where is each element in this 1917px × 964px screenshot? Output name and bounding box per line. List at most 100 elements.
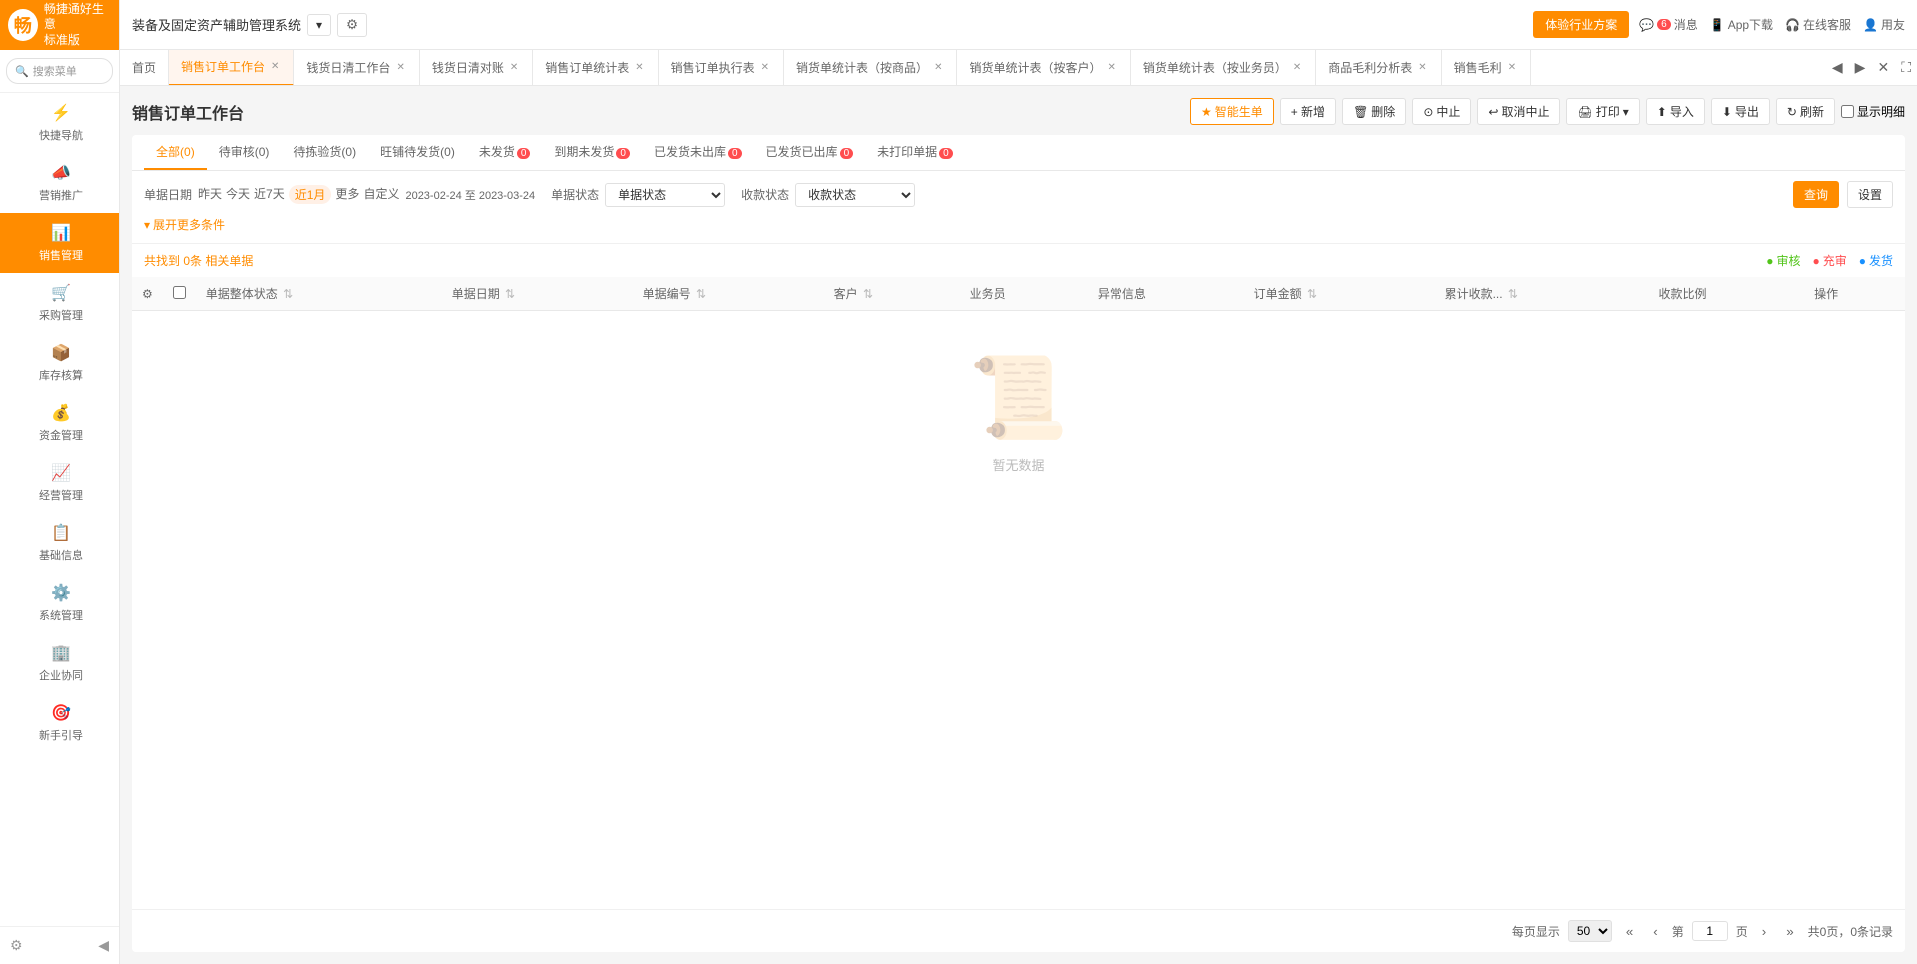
sidebar-item-inventory[interactable]: 📦 库存核算 xyxy=(0,333,119,393)
stop-button[interactable]: ⊙ 中止 xyxy=(1412,98,1471,125)
tab-sales-exec[interactable]: 销售订单执行表 ✕ xyxy=(659,50,784,86)
tab-sales-stats[interactable]: 销售订单统计表 ✕ xyxy=(533,50,658,86)
review-action[interactable]: ● 审核 xyxy=(1766,252,1800,269)
sidebar-item-enterprise[interactable]: 🏢 企业协同 xyxy=(0,633,119,693)
inventory-icon: 📦 xyxy=(51,343,71,363)
quick-nav-icon: ⚡ xyxy=(51,103,71,123)
tab-home[interactable]: 首页 xyxy=(120,50,169,86)
tab-close-cash-daily[interactable]: ✕ xyxy=(394,62,406,73)
last-page-button[interactable]: » xyxy=(1780,922,1799,941)
tab-close-sales-workbench[interactable]: ✕ xyxy=(269,61,281,72)
star-icon: ★ xyxy=(1201,105,1212,119)
tab-sales-workbench[interactable]: 销售订单工作台 ✕ xyxy=(169,50,294,86)
tab-cash-ledger[interactable]: 钱货日清对账 ✕ xyxy=(420,50,533,86)
tab-sales-by-customer[interactable]: 销货单统计表（按客户） ✕ xyxy=(957,50,1130,86)
app-download-area[interactable]: 📱 App下载 xyxy=(1710,16,1773,33)
tab-close-cash-ledger[interactable]: ✕ xyxy=(508,62,520,73)
cancel-stop-button[interactable]: ↩ 取消中止 xyxy=(1477,98,1560,125)
tab-close-sales-by-customer[interactable]: ✕ xyxy=(1105,62,1117,73)
experience-button[interactable]: 体验行业方案 xyxy=(1533,11,1629,38)
first-page-button[interactable]: « xyxy=(1620,922,1639,941)
sidebar-item-quick-nav[interactable]: ⚡ 快捷导航 xyxy=(0,93,119,153)
sub-tab-shipped-not-out[interactable]: 已发货未出库0 xyxy=(642,135,754,170)
sub-tab-wangpu[interactable]: 旺铺待发货(0) xyxy=(368,135,467,170)
sidebar-item-base-info[interactable]: 📋 基础信息 xyxy=(0,513,119,573)
tabs-close-button[interactable]: ✕ xyxy=(1871,55,1895,80)
sidebar-item-purchase[interactable]: 🛒 采购管理 xyxy=(0,273,119,333)
filter-action-area: 查询 设置 xyxy=(1793,181,1893,208)
sub-tab-pending-check[interactable]: 待拣验货(0) xyxy=(281,135,368,170)
print-icon: 🖨 xyxy=(1577,105,1592,119)
sidebar-collapse-button[interactable]: ◀ xyxy=(98,937,109,954)
sidebar-bottom: ⚙ ◀ xyxy=(0,926,119,964)
sidebar-item-newbie[interactable]: 🎯 新手引导 xyxy=(0,693,119,753)
show-detail-checkbox[interactable] xyxy=(1841,105,1854,118)
delete-button[interactable]: 🗑 删除 xyxy=(1342,98,1406,125)
tabs-next-button[interactable]: ▶ xyxy=(1849,55,1872,80)
col-date: 单据日期 ⇅ xyxy=(442,277,633,311)
tab-cash-daily[interactable]: 钱货日清工作台 ✕ xyxy=(294,50,419,86)
sub-tab-pending-review[interactable]: 待审核(0) xyxy=(207,135,282,170)
tabs-prev-button[interactable]: ◀ xyxy=(1826,55,1849,80)
tab-sales-by-product[interactable]: 销货单统计表（按商品） ✕ xyxy=(784,50,957,86)
filter-setting-button[interactable]: 设置 xyxy=(1847,181,1893,208)
sub-tab-all[interactable]: 全部(0) xyxy=(144,135,207,170)
expand-more-btn[interactable]: ▾ 展开更多条件 xyxy=(144,216,1893,233)
tab-close-sales-by-staff[interactable]: ✕ xyxy=(1291,62,1303,73)
tab-sales-profit[interactable]: 销售毛利 ✕ xyxy=(1442,50,1531,86)
tab-close-sales-by-product[interactable]: ✕ xyxy=(932,62,944,73)
next-page-button[interactable]: › xyxy=(1756,922,1772,941)
query-button[interactable]: 查询 xyxy=(1793,181,1839,208)
export-button[interactable]: ⬇ 导出 xyxy=(1711,98,1770,125)
sidebar-settings-button[interactable]: ⚙ xyxy=(10,937,23,954)
topbar-gear-button[interactable]: ⚙ xyxy=(337,13,367,37)
sub-tab-not-shipped[interactable]: 未发货0 xyxy=(467,135,543,170)
abort-action[interactable]: ● 充审 xyxy=(1812,252,1846,269)
sub-tab-overdue-not-shipped[interactable]: 到期未发货0 xyxy=(542,135,642,170)
system-dropdown-button[interactable]: ▾ xyxy=(307,14,331,36)
search-menu-button[interactable]: 🔍 搜索菜单 xyxy=(6,58,113,84)
sidebar-item-marketing[interactable]: 📣 营销推广 xyxy=(0,153,119,213)
sidebar-item-system[interactable]: ⚙️ 系统管理 xyxy=(0,573,119,633)
tab-close-sales-profit[interactable]: ✕ xyxy=(1506,62,1518,73)
tab-gross-profit[interactable]: 商品毛利分析表 ✕ xyxy=(1316,50,1441,86)
print-button[interactable]: 🖨 打印 ▾ xyxy=(1566,98,1639,125)
date-today[interactable]: 今天 xyxy=(226,185,250,204)
prev-page-button[interactable]: ‹ xyxy=(1647,922,1663,941)
marketing-icon: 📣 xyxy=(51,163,71,183)
newbie-icon: 🎯 xyxy=(51,703,71,723)
payment-select[interactable]: 收款状态 xyxy=(795,183,915,207)
page-number-input[interactable] xyxy=(1692,921,1728,941)
import-button[interactable]: ⬆ 导入 xyxy=(1646,98,1705,125)
smart-generate-button[interactable]: ★ 智能生单 xyxy=(1190,98,1274,125)
tab-close-sales-exec[interactable]: ✕ xyxy=(759,62,771,73)
online-service-area[interactable]: 🎧 在线客服 xyxy=(1785,16,1851,33)
sidebar-item-operations[interactable]: 📈 经营管理 xyxy=(0,453,119,513)
table-scroll-area[interactable]: ⚙ 单据整体状态 ⇅ 单据日期 ⇅ xyxy=(132,277,1905,909)
tabs-fullscreen-button[interactable]: ⛶ xyxy=(1895,55,1917,80)
notification-area[interactable]: 💬 6 消息 xyxy=(1639,16,1698,33)
main-panel: 全部(0) 待审核(0) 待拣验货(0) 旺铺待发货(0) 未发货0 到期未发货… xyxy=(132,135,1905,952)
refresh-button[interactable]: ↻ 刷新 xyxy=(1776,98,1835,125)
page-size-select[interactable]: 50 xyxy=(1568,920,1612,942)
date-1month[interactable]: 近1月 xyxy=(289,185,332,204)
date-more[interactable]: 更多 xyxy=(335,185,359,204)
sidebar-item-finance[interactable]: 💰 资金管理 xyxy=(0,393,119,453)
sub-tab-not-printed[interactable]: 未打印单据0 xyxy=(865,135,965,170)
add-button[interactable]: + 新增 xyxy=(1280,98,1336,125)
show-detail-label[interactable]: 显示明细 xyxy=(1841,103,1905,120)
ship-action[interactable]: ● 发货 xyxy=(1859,252,1893,269)
tab-sales-by-staff[interactable]: 销货单统计表（按业务员） ✕ xyxy=(1131,50,1316,86)
date-7days[interactable]: 近7天 xyxy=(254,185,285,204)
select-all-checkbox[interactable] xyxy=(173,286,186,299)
user-area[interactable]: 👤 用友 xyxy=(1863,16,1905,33)
date-yesterday[interactable]: 昨天 xyxy=(198,185,222,204)
status-select[interactable]: 单据状态 xyxy=(605,183,725,207)
purchase-icon: 🛒 xyxy=(51,283,71,303)
main-area: 装备及固定资产辅助管理系统 ▾ ⚙ 体验行业方案 💬 6 消息 📱 App下载 … xyxy=(120,0,1917,964)
tab-close-gross-profit[interactable]: ✕ xyxy=(1416,62,1428,73)
date-custom[interactable]: 自定义 xyxy=(363,185,399,204)
sidebar-item-sales[interactable]: 📊 销售管理 xyxy=(0,213,119,273)
sub-tab-shipped-out[interactable]: 已发货已出库0 xyxy=(754,135,866,170)
tab-close-sales-stats[interactable]: ✕ xyxy=(633,62,645,73)
